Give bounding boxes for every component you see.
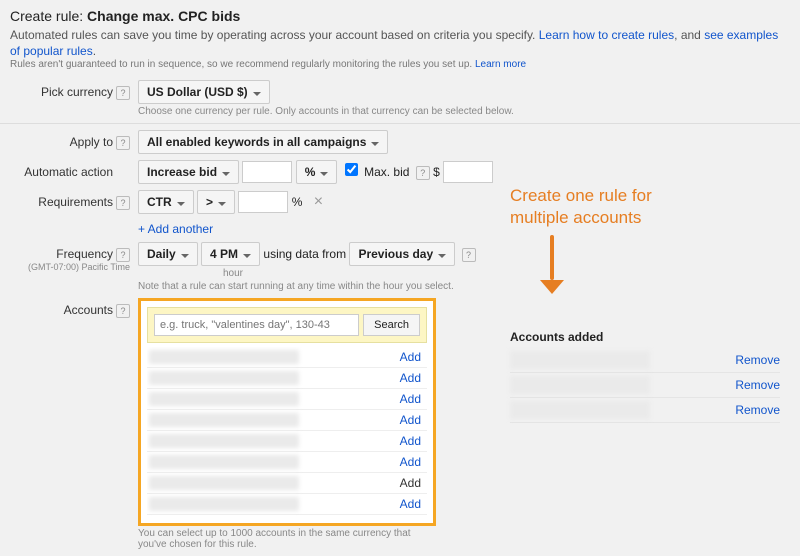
help-icon[interactable]: ? bbox=[116, 196, 130, 210]
apply-label: Apply to bbox=[70, 135, 113, 149]
chevron-down-icon bbox=[253, 92, 261, 96]
freq-mid: using data from bbox=[263, 247, 346, 261]
req-metric-dropdown[interactable]: CTR bbox=[138, 190, 194, 214]
added-account-redacted bbox=[510, 401, 650, 419]
apply-dropdown[interactable]: All enabled keywords in all campaigns bbox=[138, 130, 388, 154]
account-row: Add bbox=[147, 347, 427, 368]
remove-req-icon[interactable]: × bbox=[314, 194, 323, 210]
accounts-note: You can select up to 1000 accounts in th… bbox=[138, 528, 428, 550]
chevron-down-icon bbox=[320, 172, 328, 176]
chevron-down-icon bbox=[181, 254, 189, 258]
account-name-redacted bbox=[149, 413, 299, 427]
account-name-redacted bbox=[149, 476, 299, 490]
page-title: Create rule: Change max. CPC bids bbox=[10, 8, 790, 24]
account-row: Add bbox=[147, 494, 427, 515]
currency-note: Choose one currency per rule. Only accou… bbox=[138, 106, 800, 117]
add-account-button[interactable]: Add bbox=[396, 371, 425, 385]
currency-symbol: $ bbox=[433, 165, 440, 179]
chevron-down-icon bbox=[371, 142, 379, 146]
search-button[interactable]: Search bbox=[363, 314, 420, 336]
action-type-dropdown[interactable]: Increase bid bbox=[138, 160, 239, 184]
added-account-row: Remove bbox=[510, 373, 780, 398]
disclaimer: Rules aren't guaranteed to run in sequen… bbox=[10, 59, 790, 70]
freq-label: Frequency bbox=[56, 247, 113, 261]
add-requirement-link[interactable]: + Add another bbox=[138, 222, 213, 236]
accounts-label: Accounts bbox=[64, 303, 113, 317]
account-row: Add bbox=[147, 410, 427, 431]
add-account-button[interactable]: Add bbox=[396, 476, 425, 490]
remove-account-link[interactable]: Remove bbox=[735, 403, 780, 417]
maxbid-checkbox[interactable] bbox=[345, 163, 358, 176]
action-value-input[interactable] bbox=[242, 161, 292, 183]
add-account-button[interactable]: Add bbox=[396, 392, 425, 406]
chevron-down-icon bbox=[438, 254, 446, 258]
action-unit-dropdown[interactable]: % bbox=[296, 160, 338, 184]
reqs-label: Requirements bbox=[38, 195, 113, 209]
chevron-down-icon bbox=[177, 202, 185, 206]
annotation-callout: Create one rule for multiple accounts bbox=[510, 185, 652, 229]
learn-link[interactable]: Learn how to create rules bbox=[539, 28, 674, 42]
added-account-row: Remove bbox=[510, 348, 780, 373]
added-account-row: Remove bbox=[510, 398, 780, 423]
help-icon[interactable]: ? bbox=[416, 166, 430, 180]
req-op-dropdown[interactable]: > bbox=[197, 190, 235, 214]
freq-range-dropdown[interactable]: Previous day bbox=[349, 242, 455, 266]
add-account-button[interactable]: Add bbox=[396, 434, 425, 448]
add-account-button[interactable]: Add bbox=[396, 455, 425, 469]
currency-dropdown[interactable]: US Dollar (USD $) bbox=[138, 80, 270, 104]
hour-hint: hour bbox=[223, 268, 800, 279]
account-name-redacted bbox=[149, 392, 299, 406]
add-account-button[interactable]: Add bbox=[396, 413, 425, 427]
learn-more-link[interactable]: Learn more bbox=[475, 59, 526, 70]
add-account-button[interactable]: Add bbox=[396, 350, 425, 364]
added-account-redacted bbox=[510, 351, 650, 369]
help-icon[interactable]: ? bbox=[116, 136, 130, 150]
remove-account-link[interactable]: Remove bbox=[735, 353, 780, 367]
freq-note: Note that a rule can start running at an… bbox=[138, 281, 800, 292]
account-row: Add bbox=[147, 389, 427, 410]
account-row: Add bbox=[147, 473, 427, 494]
account-name-redacted bbox=[149, 371, 299, 385]
remove-account-link[interactable]: Remove bbox=[735, 378, 780, 392]
intro-text: Automated rules can save you time by ope… bbox=[10, 27, 790, 59]
account-name-redacted bbox=[149, 455, 299, 469]
account-row: Add bbox=[147, 431, 427, 452]
chevron-down-icon bbox=[218, 202, 226, 206]
req-value-input[interactable] bbox=[238, 191, 288, 213]
arrow-icon bbox=[540, 235, 564, 294]
maxbid-label: Max. bid bbox=[364, 165, 409, 179]
account-search-input[interactable] bbox=[154, 314, 359, 336]
chevron-down-icon bbox=[222, 172, 230, 176]
account-name-redacted bbox=[149, 497, 299, 511]
add-account-button[interactable]: Add bbox=[396, 497, 425, 511]
currency-label: Pick currency bbox=[41, 85, 113, 99]
freq-time-dropdown[interactable]: 4 PM bbox=[201, 242, 260, 266]
timezone: (GMT-07:00) Pacific Time bbox=[0, 262, 130, 272]
help-icon[interactable]: ? bbox=[116, 86, 130, 100]
accounts-picker: Search Add Add Add Add Add Add Add Add bbox=[138, 298, 436, 526]
account-row: Add bbox=[147, 452, 427, 473]
chevron-down-icon bbox=[243, 254, 251, 258]
action-label: Automatic action bbox=[24, 165, 113, 179]
account-name-redacted bbox=[149, 434, 299, 448]
help-icon[interactable]: ? bbox=[116, 248, 130, 262]
account-name-redacted bbox=[149, 350, 299, 364]
account-row: Add bbox=[147, 368, 427, 389]
help-icon[interactable]: ? bbox=[116, 304, 130, 318]
accounts-added-title: Accounts added bbox=[510, 330, 780, 344]
help-icon[interactable]: ? bbox=[462, 248, 476, 262]
added-account-redacted bbox=[510, 376, 650, 394]
req-unit: % bbox=[292, 195, 303, 209]
maxbid-input[interactable] bbox=[443, 161, 493, 183]
freq-interval-dropdown[interactable]: Daily bbox=[138, 242, 198, 266]
